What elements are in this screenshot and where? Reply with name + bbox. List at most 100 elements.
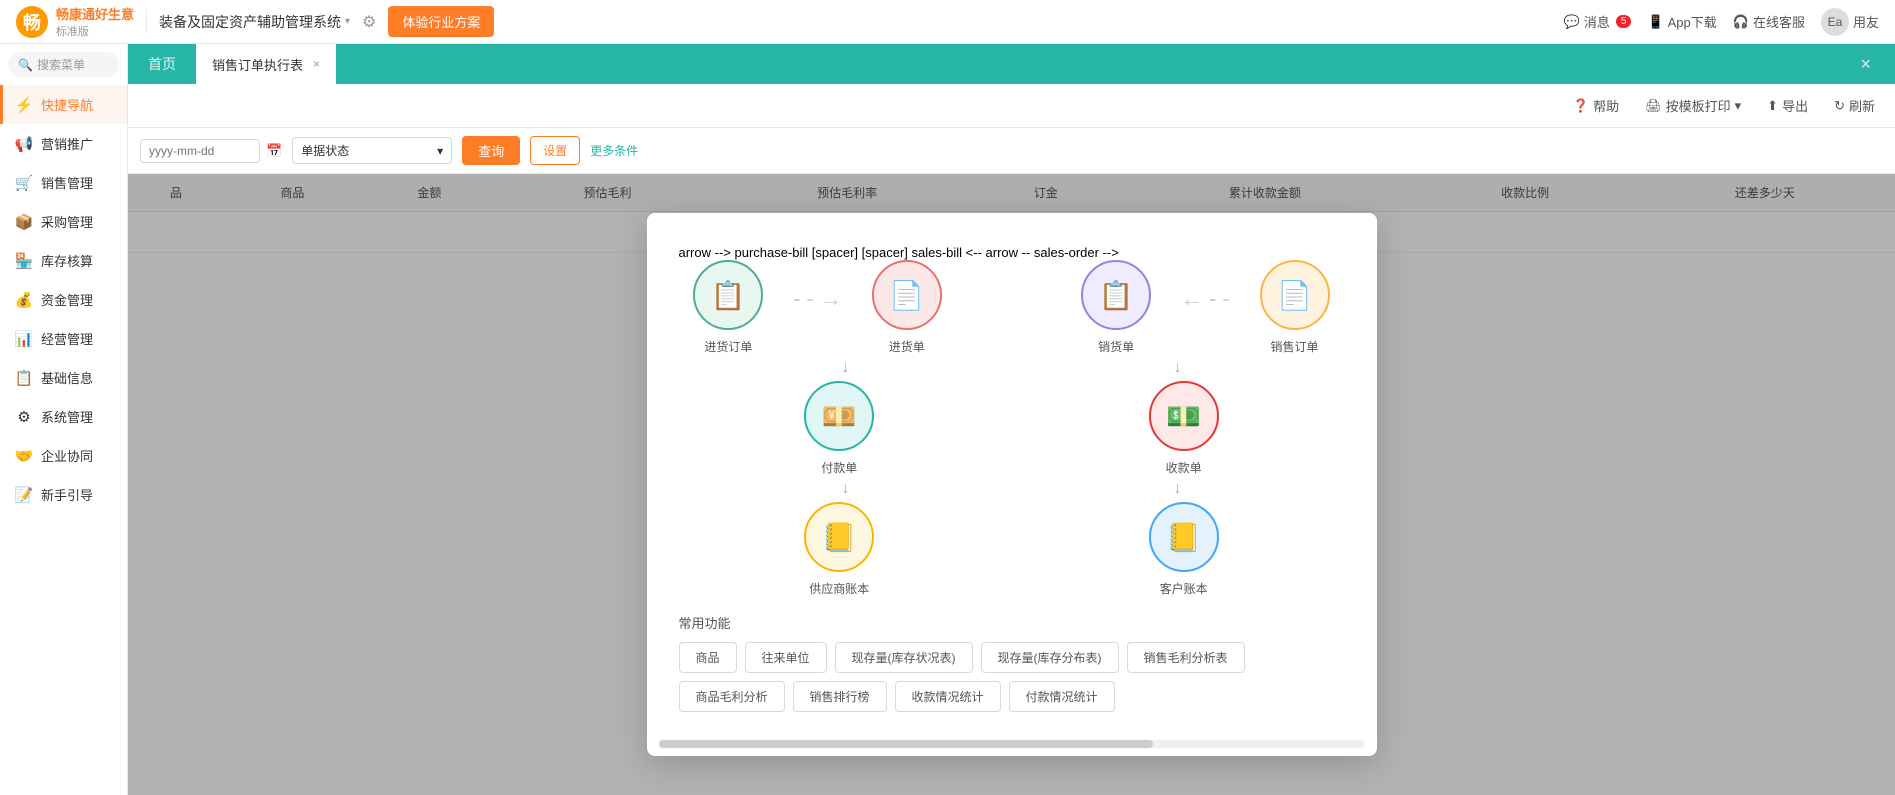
arrow-down-purchase: ↓ [842, 359, 850, 377]
search-icon: 🔍 [18, 58, 33, 72]
sidebar-item-collab[interactable]: 🤝企业协同 [0, 436, 127, 475]
system-title: 装备及固定资产辅助管理系统 ▾ [159, 12, 350, 32]
customer-ledger-icon: 📒 [1149, 502, 1219, 572]
cf-btn-商品毛利分析[interactable]: 商品毛利分析 [679, 681, 785, 712]
topbar-right: 💬 消息 5 📱 App下载 🎧 在线客服 Ea 用友 [1564, 8, 1879, 36]
cf-btn-商品[interactable]: 商品 [679, 642, 737, 673]
logo-area: 畅 畅康通好生意 标准版 [16, 4, 134, 39]
sales-order-label: 销售订单 [1271, 338, 1319, 355]
online-service-item[interactable]: 🎧 在线客服 [1733, 12, 1805, 31]
tab-bar-right: × [1848, 54, 1895, 75]
arrow-purchase-order-to-bill: - - → [793, 286, 842, 312]
modal-overlay[interactable]: arrow --> purchase-bill [spacer] [spacer… [128, 174, 1895, 795]
sales-bill-icon: 📋 [1081, 260, 1151, 330]
flow-node-supplier-ledger[interactable]: 📒 供应商账本 [804, 502, 874, 597]
experience-button[interactable]: 体验行业方案 [388, 6, 494, 37]
status-select[interactable]: 单据状态 ▾ [292, 137, 452, 164]
sidebar-search-area[interactable]: 🔍 搜索菜单 [0, 44, 127, 85]
export-icon: ⬆ [1767, 98, 1778, 114]
operation-label: 经营管理 [41, 329, 93, 348]
tab-home[interactable]: 首页 [128, 44, 196, 84]
app-icon: 📱 [1647, 14, 1663, 30]
cf-btn-现存量(库存分布表)[interactable]: 现存量(库存分布表) [981, 642, 1119, 673]
content-toolbar: ❓ 帮助 🖨 按模板打印 ▾ ⬆ 导出 ↻ 刷新 [128, 84, 1895, 128]
collab-label: 企业协同 [41, 446, 93, 465]
receipt-label: 收款单 [1166, 459, 1202, 476]
logo-icon: 畅 [16, 6, 48, 38]
scroll-thumb [659, 740, 1153, 748]
newbie-label: 新手引导 [41, 485, 93, 504]
finance-label: 资金管理 [41, 290, 93, 309]
help-button[interactable]: ❓ 帮助 [1565, 92, 1627, 119]
export-button[interactable]: ⬆ 导出 [1759, 92, 1816, 119]
purchase-order-icon: 📋 [693, 260, 763, 330]
table-area: 品商品金额预估毛利预估毛利率订金累计收款金额收款比例还差多少天 暂无数据 [128, 174, 1895, 795]
modal-scrollbar[interactable] [659, 740, 1365, 748]
sidebar-item-basic[interactable]: 📋基础信息 [0, 358, 127, 397]
quick-nav-label: 快捷导航 [41, 95, 93, 114]
flow-node-customer-ledger[interactable]: 📒 客户账本 [1149, 502, 1219, 597]
purchase-icon: 📦 [15, 213, 33, 231]
divider [146, 10, 147, 34]
sidebar-item-inventory[interactable]: 🏪库存核算 [0, 241, 127, 280]
finance-icon: 💰 [15, 291, 33, 309]
supplier-ledger-label: 供应商账本 [809, 580, 869, 597]
purchase-order-label: 进货订单 [704, 338, 752, 355]
window-close-button[interactable]: × [1848, 54, 1883, 74]
user-item[interactable]: Ea 用友 [1821, 8, 1879, 36]
date-filter: 📅 [140, 139, 282, 163]
flow-node-payment[interactable]: 💴 付款单 [804, 381, 874, 476]
system-dropdown-icon[interactable]: ▾ [345, 16, 350, 27]
cf-btn-往来单位[interactable]: 往来单位 [745, 642, 827, 673]
flow-node-purchase-order[interactable]: 📋 进货订单 [693, 260, 763, 355]
flow-node-sales-order[interactable]: 📄 销售订单 [1260, 260, 1330, 355]
sidebar-item-purchase[interactable]: 📦采购管理 [0, 202, 127, 241]
supplier-ledger-icon: 📒 [804, 502, 874, 572]
cf-btn-付款情况统计[interactable]: 付款情况统计 [1009, 681, 1115, 712]
date-input[interactable] [140, 139, 260, 163]
message-icon: 💬 [1564, 14, 1580, 30]
more-conditions-link[interactable]: 更多条件 [590, 142, 638, 159]
customer-ledger-label: 客户账本 [1160, 580, 1208, 597]
system-icon: ⚙ [15, 408, 33, 426]
flow-node-purchase-bill[interactable]: 📄 进货单 [872, 260, 942, 355]
tab-bar: 首页 销售订单执行表 × × [128, 44, 1895, 84]
sidebar-item-quick-nav[interactable]: ⚡快捷导航 [0, 85, 127, 124]
message-badge: 5 [1616, 15, 1632, 28]
cf-buttons: 商品往来单位现存量(库存状况表) 现存量(库存分布表) 销售毛利分析表商品毛利分析销… [679, 642, 1345, 712]
refresh-button[interactable]: ↻ 刷新 [1826, 92, 1883, 119]
help-icon: ❓ [1573, 98, 1589, 114]
refresh-icon: ↻ [1834, 98, 1845, 114]
sidebar-item-system[interactable]: ⚙系统管理 [0, 397, 127, 436]
flow-node-sales-bill[interactable]: 📋 销货单 [1081, 260, 1151, 355]
cf-btn-收款情况统计[interactable]: 收款情况统计 [895, 681, 1001, 712]
receipt-icon: 💵 [1149, 381, 1219, 451]
flow-node-receipt[interactable]: 💵 收款单 [1149, 381, 1219, 476]
template-print-button[interactable]: 🖨 按模板打印 ▾ [1637, 92, 1749, 119]
calendar-icon[interactable]: 📅 [266, 143, 282, 159]
service-icon: 🎧 [1733, 14, 1749, 30]
sales-bill-label: 销货单 [1098, 338, 1134, 355]
sidebar-item-finance[interactable]: 💰 资金管理 [0, 280, 127, 319]
query-button[interactable]: 查询 [462, 136, 520, 165]
sidebar-item-newbie[interactable]: 📝新手引导 [0, 475, 127, 514]
modal-box: arrow --> purchase-bill [spacer] [spacer… [647, 213, 1377, 756]
user-avatar: Ea [1821, 8, 1849, 36]
filter-bar: 📅 单据状态 ▾ 查询 设置 更多条件 [128, 128, 1895, 174]
cf-btn-销售排行榜[interactable]: 销售排行榜 [793, 681, 887, 712]
status-filter: 单据状态 ▾ [292, 137, 452, 164]
sidebar-item-sales[interactable]: 🛒销售管理 [0, 163, 127, 202]
set-button[interactable]: 设置 [530, 136, 580, 165]
app-download-item[interactable]: 📱 App下载 [1647, 12, 1716, 31]
cf-btn-现存量(库存状况表)[interactable]: 现存量(库存状况表) [835, 642, 973, 673]
sidebar-item-operation[interactable]: 📊经营管理 [0, 319, 127, 358]
sidebar: 🔍 搜索菜单 ⚡快捷导航📢营销推广🛒销售管理📦采购管理🏪库存核算 💰 资金管理 📊经营… [0, 44, 128, 795]
tab-close-icon[interactable]: × [313, 57, 320, 71]
purchase-bill-label: 进货单 [889, 338, 925, 355]
tab-active[interactable]: 销售订单执行表 × [196, 44, 336, 84]
sales-label: 销售管理 [41, 173, 93, 192]
gear-button[interactable]: ⚙ [362, 12, 376, 32]
cf-btn-销售毛利分析表[interactable]: 销售毛利分析表 [1127, 642, 1245, 673]
sidebar-item-marketing[interactable]: 📢营销推广 [0, 124, 127, 163]
message-item[interactable]: 💬 消息 5 [1564, 12, 1632, 31]
